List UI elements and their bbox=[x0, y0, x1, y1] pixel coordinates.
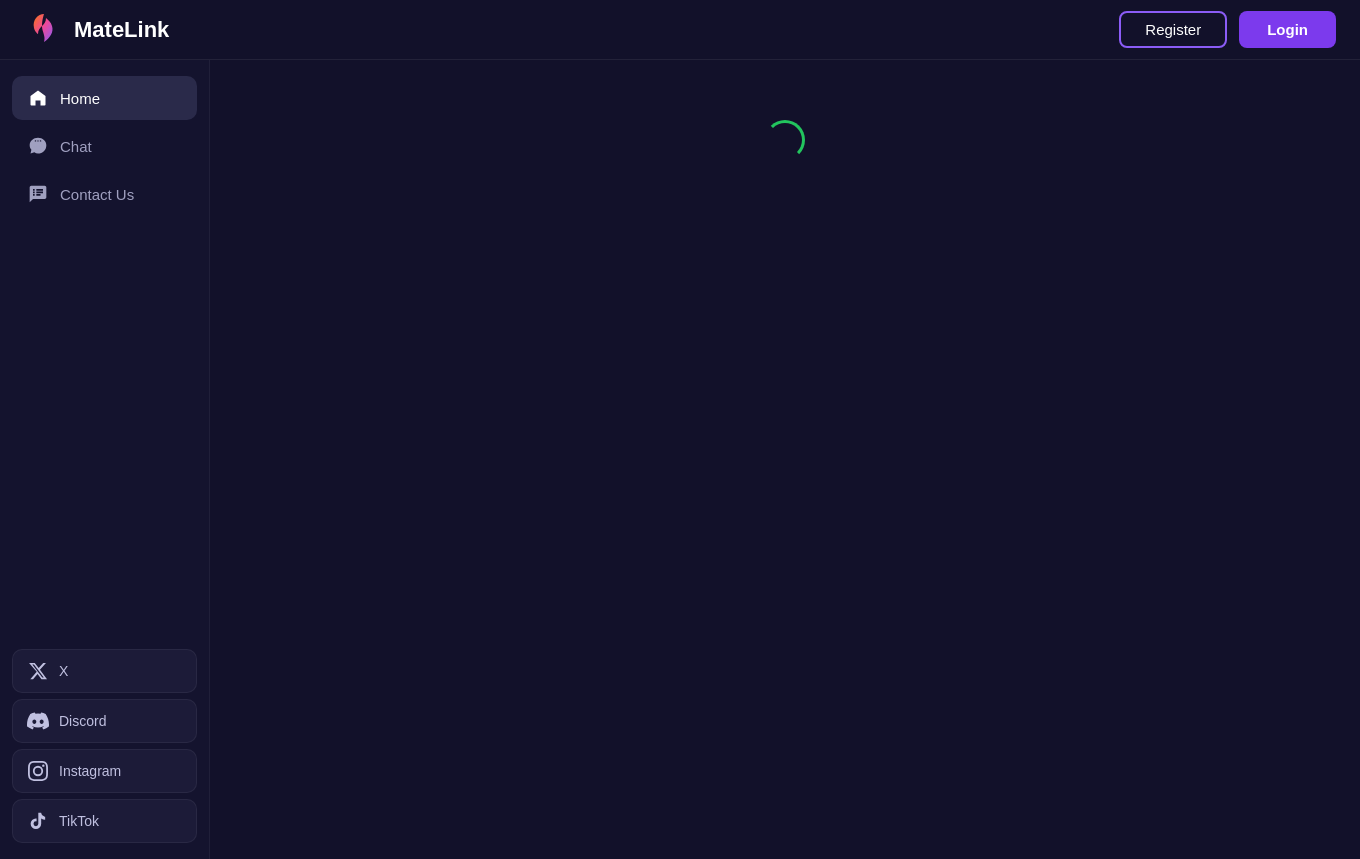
social-item-instagram[interactable]: Instagram bbox=[12, 749, 197, 793]
chat-icon bbox=[28, 136, 48, 156]
svg-point-3 bbox=[40, 144, 42, 146]
sidebar-social: X Discord Instagram bbox=[12, 633, 197, 843]
x-icon bbox=[27, 660, 49, 682]
sidebar-item-chat-label: Chat bbox=[60, 138, 92, 155]
social-item-discord[interactable]: Discord bbox=[12, 699, 197, 743]
login-button[interactable]: Login bbox=[1239, 11, 1336, 48]
loading-spinner bbox=[765, 120, 805, 160]
sidebar-item-contact[interactable]: Contact Us bbox=[12, 172, 197, 216]
home-icon bbox=[28, 88, 48, 108]
discord-icon bbox=[27, 710, 49, 732]
register-button[interactable]: Register bbox=[1119, 11, 1227, 48]
social-item-x-label: X bbox=[59, 663, 68, 679]
social-item-instagram-label: Instagram bbox=[59, 763, 121, 779]
navbar-actions: Register Login bbox=[1119, 11, 1336, 48]
brand-logo-area[interactable]: MateLink bbox=[24, 10, 169, 50]
sidebar-nav: Home Chat bbox=[12, 76, 197, 633]
contact-icon bbox=[28, 184, 48, 204]
svg-point-2 bbox=[37, 144, 39, 146]
brand-logo-icon bbox=[24, 10, 64, 50]
main-layout: Home Chat bbox=[0, 60, 1360, 859]
sidebar-item-contact-label: Contact Us bbox=[60, 186, 134, 203]
social-item-discord-label: Discord bbox=[59, 713, 106, 729]
sidebar-item-chat[interactable]: Chat bbox=[12, 124, 197, 168]
social-item-x[interactable]: X bbox=[12, 649, 197, 693]
sidebar-item-home[interactable]: Home bbox=[12, 76, 197, 120]
sidebar-item-home-label: Home bbox=[60, 90, 100, 107]
instagram-icon bbox=[27, 760, 49, 782]
tiktok-icon bbox=[27, 810, 49, 832]
brand-name: MateLink bbox=[74, 17, 169, 43]
content-area bbox=[210, 60, 1360, 859]
svg-point-1 bbox=[35, 144, 37, 146]
sidebar: Home Chat bbox=[0, 60, 210, 859]
navbar: MateLink Register Login bbox=[0, 0, 1360, 60]
social-item-tiktok-label: TikTok bbox=[59, 813, 99, 829]
loading-spinner-container bbox=[765, 120, 805, 160]
social-item-tiktok[interactable]: TikTok bbox=[12, 799, 197, 843]
